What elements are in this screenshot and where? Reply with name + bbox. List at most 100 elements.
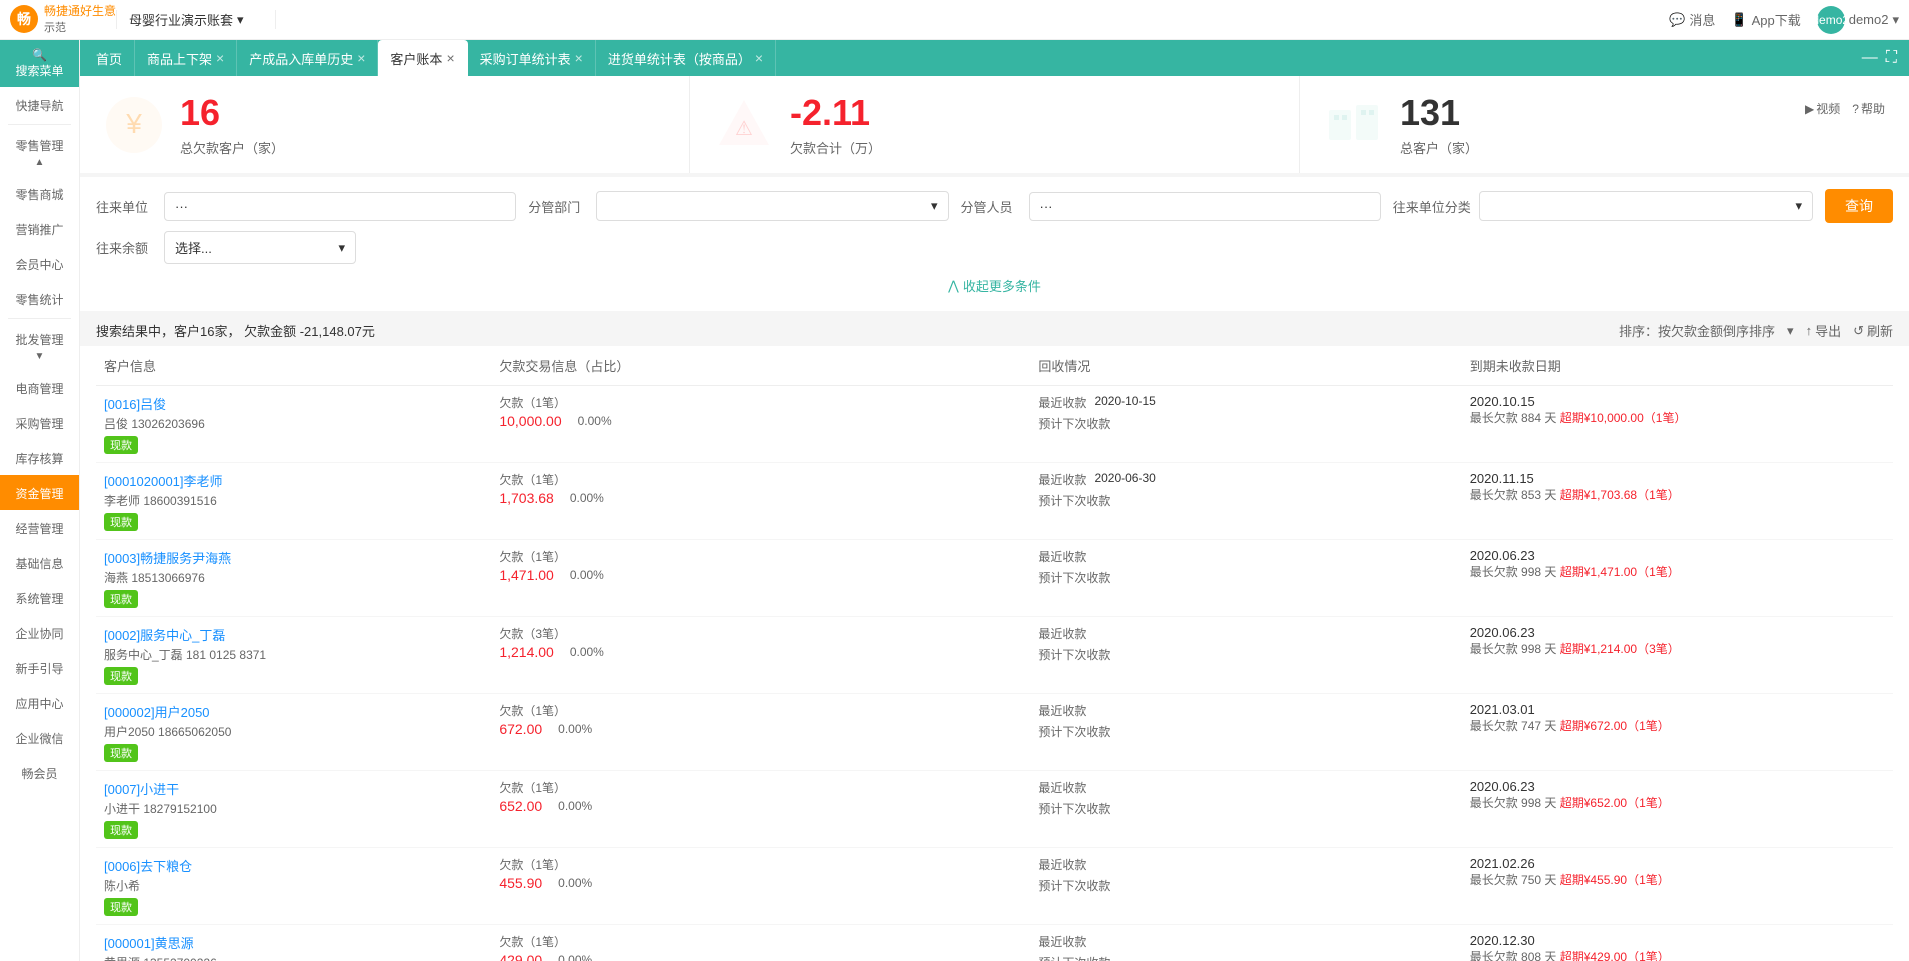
query-button[interactable]: 查询 [1825, 189, 1893, 223]
sidebar-item-basic-info[interactable]: 基础信息 [0, 545, 79, 580]
customer-name-link-2[interactable]: [0003]畅捷服务尹海燕 [104, 551, 231, 566]
user-avatar-btn[interactable]: demo2 demo2 ▾ [1817, 6, 1899, 34]
help-btn[interactable]: ? 帮助 [1852, 100, 1885, 117]
table-container: 客户信息 欠款交易信息（占比） 回收情况 到期未收款日期 [0016]吕俊 吕俊… [80, 346, 1909, 961]
debt-amount-5[interactable]: 652.00 [499, 798, 542, 814]
sidebar-item-finance[interactable]: 资金管理 [0, 475, 79, 510]
unit-category-select[interactable]: ▾ [1479, 191, 1813, 221]
refresh-btn[interactable]: ↺ 刷新 [1853, 321, 1893, 340]
tab-close-product-history[interactable]: × [357, 50, 365, 66]
customer-name-link-0[interactable]: [0016]吕俊 [104, 397, 166, 412]
sidebar-item-enterprise[interactable]: 企业协同 [0, 615, 79, 650]
message-icon: 💬 [1669, 12, 1685, 28]
owed-customers-number: 16 [180, 92, 665, 134]
owed-customers-label: 总欠款客户（家） [180, 138, 665, 157]
sidebar-search[interactable]: 🔍 搜索菜单 [0, 40, 79, 87]
sidebar-item-batch-mgmt[interactable]: 批发管理 ▼ [0, 321, 79, 370]
sidebar-item-marketing[interactable]: 营销推广 [0, 211, 79, 246]
tab-purchase-product-stats[interactable]: 进货单统计表（按商品） × [596, 40, 776, 76]
recovery-row-6: 最近收款 [1038, 856, 1453, 873]
sidebar-item-new-guide[interactable]: 新手引导 [0, 650, 79, 685]
customer-name-link-6[interactable]: [0006]去下粮仓 [104, 859, 192, 874]
overdue-amount-1[interactable]: 超期¥1,703.68（1笔） [1560, 488, 1680, 502]
overdue-amount-6[interactable]: 超期¥455.90（1笔） [1560, 873, 1670, 887]
customer-info-cell-0: [0016]吕俊 吕俊 13026203696 现款 [96, 386, 491, 463]
customer-sub-0: 吕俊 13026203696 [104, 415, 483, 432]
debt-amount-6[interactable]: 455.90 [499, 875, 542, 891]
company-selector[interactable]: 母婴行业演示账套 ▾ [116, 10, 276, 29]
top-bar: 畅 畅捷通好生意 示范 母婴行业演示账套 ▾ 💬 消息 📱 App下载 demo… [0, 0, 1909, 40]
overdue-date-4: 2021.03.01 [1470, 702, 1885, 717]
collapse-filters-btn[interactable]: ⋀ 收起更多条件 [96, 272, 1893, 299]
stat-owed-amount-info: -2.11 欠款合计（万） [790, 92, 1275, 157]
overdue-amount-4[interactable]: 超期¥672.00（1笔） [1560, 719, 1670, 733]
customer-name-link-4[interactable]: [000002]用户2050 [104, 705, 210, 720]
tab-product-list[interactable]: 商品上下架 × [135, 40, 237, 76]
overdue-amount-5[interactable]: 超期¥652.00（1笔） [1560, 796, 1670, 810]
debt-amount-0[interactable]: 10,000.00 [499, 413, 561, 429]
customer-tag-5: 现款 [104, 821, 138, 839]
overdue-amount-7[interactable]: 超期¥429.00（1笔） [1560, 950, 1670, 961]
tab-close-purchase-stats[interactable]: × [575, 50, 583, 66]
debt-amount-3[interactable]: 1,214.00 [499, 644, 554, 660]
sidebar-item-retail-mall[interactable]: 零售商城 [0, 176, 79, 211]
customer-name-link-5[interactable]: [0007]小进干 [104, 782, 179, 797]
tab-customer-account[interactable]: 客户账本 × [378, 40, 467, 76]
export-btn[interactable]: ↑ 导出 [1806, 321, 1842, 340]
customer-tag-0: 现款 [104, 436, 138, 454]
recovery-cell-0: 最近收款 2020-10-15 预计下次收款 [1030, 386, 1461, 463]
debt-amount-1[interactable]: 1,703.68 [499, 490, 554, 506]
sidebar-item-system[interactable]: 系统管理 [0, 580, 79, 615]
sidebar-item-app-center[interactable]: 应用中心 [0, 685, 79, 720]
video-btn[interactable]: ▶ 视频 [1805, 100, 1840, 117]
overdue-days-0: 最长欠款 884 天 超期¥10,000.00（1笔） [1470, 409, 1885, 426]
debt-amount-7[interactable]: 429.00 [499, 952, 542, 961]
debt-amount-4[interactable]: 672.00 [499, 721, 542, 737]
overdue-amount-3[interactable]: 超期¥1,214.00（3笔） [1560, 642, 1680, 656]
recovery-row-0: 最近收款 2020-10-15 [1038, 394, 1453, 411]
sidebar-item-corp-wechat[interactable]: 企业微信 [0, 720, 79, 755]
sidebar-item-ecommerce[interactable]: 电商管理 [0, 370, 79, 405]
source-unit-input[interactable]: ··· [164, 192, 516, 221]
recovery-cell-7: 最近收款 预计下次收款 [1030, 925, 1461, 961]
sidebar-item-inventory[interactable]: 库存核算 [0, 440, 79, 475]
overdue-amount-2[interactable]: 超期¥1,471.00（1笔） [1560, 565, 1680, 579]
tab-home[interactable]: 首页 [84, 40, 135, 76]
person-input[interactable]: ··· [1029, 192, 1381, 221]
owed-amount-number: -2.11 [790, 92, 1275, 134]
next-collect-row-7: 预计下次收款 [1038, 954, 1453, 961]
overdue-amount-0[interactable]: 超期¥10,000.00（1笔） [1560, 411, 1687, 425]
debt-amount-2[interactable]: 1,471.00 [499, 567, 554, 583]
tab-collapse-btn[interactable]: — [1862, 49, 1878, 67]
customer-tag-2: 现款 [104, 590, 138, 608]
tab-close-customer-account[interactable]: × [446, 50, 454, 66]
total-customers-number: 131 [1400, 92, 1789, 134]
sidebar-item-retail-mgmt[interactable]: 零售管理 ▲ [0, 127, 79, 176]
customer-name-link-1[interactable]: [0001020001]李老师 [104, 474, 223, 489]
table-row: [0001020001]李老师 李老师 18600391516 现款 欠款（1笔… [96, 463, 1893, 540]
sidebar-item-operation[interactable]: 经营管理 [0, 510, 79, 545]
col-overdue-date: 到期未收款日期 [1462, 346, 1893, 386]
tab-close-purchase-product-stats[interactable]: × [755, 50, 763, 66]
next-collect-label-7: 预计下次收款 [1038, 954, 1110, 961]
tab-fullscreen-btn[interactable]: ⛶ [1886, 49, 1897, 67]
debt-info-cell-2: 欠款（1笔） 1,471.00 0.00% [491, 540, 1030, 617]
customer-name-link-3[interactable]: [0002]服务中心_丁磊 [104, 628, 225, 643]
balance-select[interactable]: 选择... ▾ [164, 231, 356, 264]
debt-percent-3: 0.00% [570, 645, 604, 659]
col-customer-info: 客户信息 [96, 346, 491, 386]
tab-purchase-stats[interactable]: 采购订单统计表 × [468, 40, 596, 76]
tab-product-history[interactable]: 产成品入库单历史 × [237, 40, 378, 76]
customer-name-link-7[interactable]: [000001]黄思源 [104, 936, 194, 951]
app-download-btn[interactable]: 📱 App下载 [1731, 10, 1800, 29]
recovery-row-3: 最近收款 [1038, 625, 1453, 642]
dept-select[interactable]: ▾ [596, 191, 948, 221]
next-collect-label-3: 预计下次收款 [1038, 646, 1110, 663]
sidebar-item-vip[interactable]: 畅会员 [0, 755, 79, 790]
sidebar-item-member[interactable]: 会员中心 [0, 246, 79, 281]
message-btn[interactable]: 💬 消息 [1669, 10, 1715, 29]
tab-close-product-list[interactable]: × [216, 50, 224, 66]
sidebar-item-retail-stats[interactable]: 零售统计 [0, 281, 79, 316]
customer-info-cell-4: [000002]用户2050 用户2050 18665062050 现款 [96, 694, 491, 771]
sidebar-item-purchase[interactable]: 采购管理 [0, 405, 79, 440]
